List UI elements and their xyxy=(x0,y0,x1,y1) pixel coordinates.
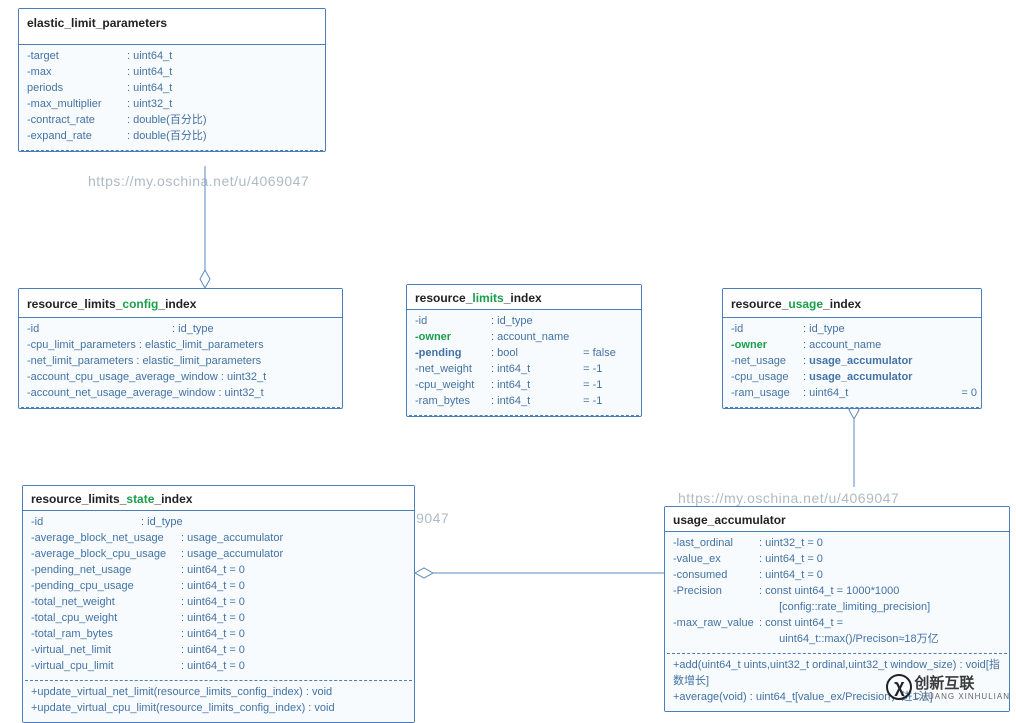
class-body: -target: uint64_t-max: uint64_tperiods: … xyxy=(19,45,325,150)
attr-row: -net_limit_parameters : elastic_limit_pa… xyxy=(27,353,338,369)
attr-row: -owner: account_name xyxy=(415,329,637,345)
class-resource-limits-index: resource_limits_index -id: id_type-owner… xyxy=(406,284,642,417)
attr-row: -max_multiplier: uint32_t xyxy=(27,96,321,112)
attr-row: -net_weight: int64_t= -1 xyxy=(415,361,637,377)
attr-row: -ram_usage: uint64_t= 0 xyxy=(731,385,977,401)
attr-row: uint64_t::max()/Precison≈18万亿 xyxy=(673,631,1005,647)
attr-row: -owner: account_name xyxy=(731,337,977,353)
class-methods: +update_virtual_net_limit(resource_limit… xyxy=(23,681,414,722)
class-body: -last_ordinal: uint32_t = 0-value_ex: ui… xyxy=(665,532,1009,653)
class-body: -id: id_type-average_block_net_usage: us… xyxy=(23,511,414,680)
attr-row: periods: uint64_t xyxy=(27,80,321,96)
class-resource-usage-index: resource_usage_index -id: id_type-owner:… xyxy=(722,288,982,409)
attr-row: -last_ordinal: uint32_t = 0 xyxy=(673,535,1005,551)
attr-row: -max_raw_value: const uint64_t = xyxy=(673,615,1005,631)
attr-row: -pending_net_usage: uint64_t = 0 xyxy=(31,562,410,578)
watermark-3: https://my.oschina.net/u/4069047 xyxy=(678,490,899,506)
attr-row: -expand_rate: double(百分比) xyxy=(27,128,321,144)
class-title: resource_limits_config_index xyxy=(19,289,342,317)
attr-row: -id : id_type xyxy=(27,321,338,337)
method-row: +update_virtual_cpu_limit(resource_limit… xyxy=(31,700,410,716)
attr-row: -net_usage: usage_accumulator xyxy=(731,353,977,369)
attr-row: [config::rate_limiting_precision] xyxy=(673,599,1005,615)
logo-text: 创新互联 xyxy=(914,675,974,692)
attr-row: -cpu_limit_parameters : elastic_limit_pa… xyxy=(27,337,338,353)
class-body: -id: id_type-owner: account_name-net_usa… xyxy=(723,318,981,407)
attr-row: -average_block_cpu_usage: usage_accumula… xyxy=(31,546,410,562)
logo-sub: CHUANG XINHULIAN xyxy=(914,693,1010,701)
attr-row: -consumed: uint64_t = 0 xyxy=(673,567,1005,583)
attr-row: -contract_rate: double(百分比) xyxy=(27,112,321,128)
class-body: -id : id_type-cpu_limit_parameters : ela… xyxy=(19,318,342,407)
attr-row: -total_net_weight: uint64_t = 0 xyxy=(31,594,410,610)
attr-row: -total_ram_bytes: uint64_t = 0 xyxy=(31,626,410,642)
attr-row: -total_cpu_weight: uint64_t = 0 xyxy=(31,610,410,626)
class-title: resource_usage_index xyxy=(723,289,981,317)
attr-row: -cpu_weight: int64_t= -1 xyxy=(415,377,637,393)
attr-row: -Precision: const uint64_t = 1000*1000 xyxy=(673,583,1005,599)
attr-row: -pending: bool= false xyxy=(415,345,637,361)
logo-icon xyxy=(886,674,912,700)
logo: 创新互联 CHUANG XINHULIAN xyxy=(886,672,1010,701)
attr-row: -virtual_net_limit: uint64_t = 0 xyxy=(31,642,410,658)
attr-row: -max: uint64_t xyxy=(27,64,321,80)
class-elastic-limit-parameters: elastic_limit_parameters -target: uint64… xyxy=(18,8,326,152)
attr-row: -ram_bytes: int64_t= -1 xyxy=(415,393,637,409)
attr-row: -account_cpu_usage_average_window : uint… xyxy=(27,369,338,385)
class-resource-limits-config-index: resource_limits_config_index -id : id_ty… xyxy=(18,288,343,409)
attr-row: -id: id_type xyxy=(31,514,410,530)
class-title: elastic_limit_parameters xyxy=(19,9,325,44)
attr-row: -id: id_type xyxy=(731,321,977,337)
class-title: resource_limits_index xyxy=(407,285,641,309)
attr-row: -target: uint64_t xyxy=(27,48,321,64)
attr-row: -id: id_type xyxy=(415,313,637,329)
class-body: -id: id_type-owner: account_name-pending… xyxy=(407,310,641,415)
attr-row: -value_ex: uint64_t = 0 xyxy=(673,551,1005,567)
attr-row: -account_net_usage_average_window : uint… xyxy=(27,385,338,401)
class-title: usage_accumulator xyxy=(665,507,1009,531)
attr-row: -cpu_usage: usage_accumulator xyxy=(731,369,977,385)
watermark-1: https://my.oschina.net/u/4069047 xyxy=(88,173,309,189)
method-row: +update_virtual_net_limit(resource_limit… xyxy=(31,684,410,700)
attr-row: -virtual_cpu_limit: uint64_t = 0 xyxy=(31,658,410,674)
class-resource-limits-state-index: resource_limits_state_index -id: id_type… xyxy=(22,485,415,723)
class-title: resource_limits_state_index xyxy=(23,486,414,510)
attr-row: -pending_cpu_usage: uint64_t = 0 xyxy=(31,578,410,594)
attr-row: -average_block_net_usage: usage_accumula… xyxy=(31,530,410,546)
